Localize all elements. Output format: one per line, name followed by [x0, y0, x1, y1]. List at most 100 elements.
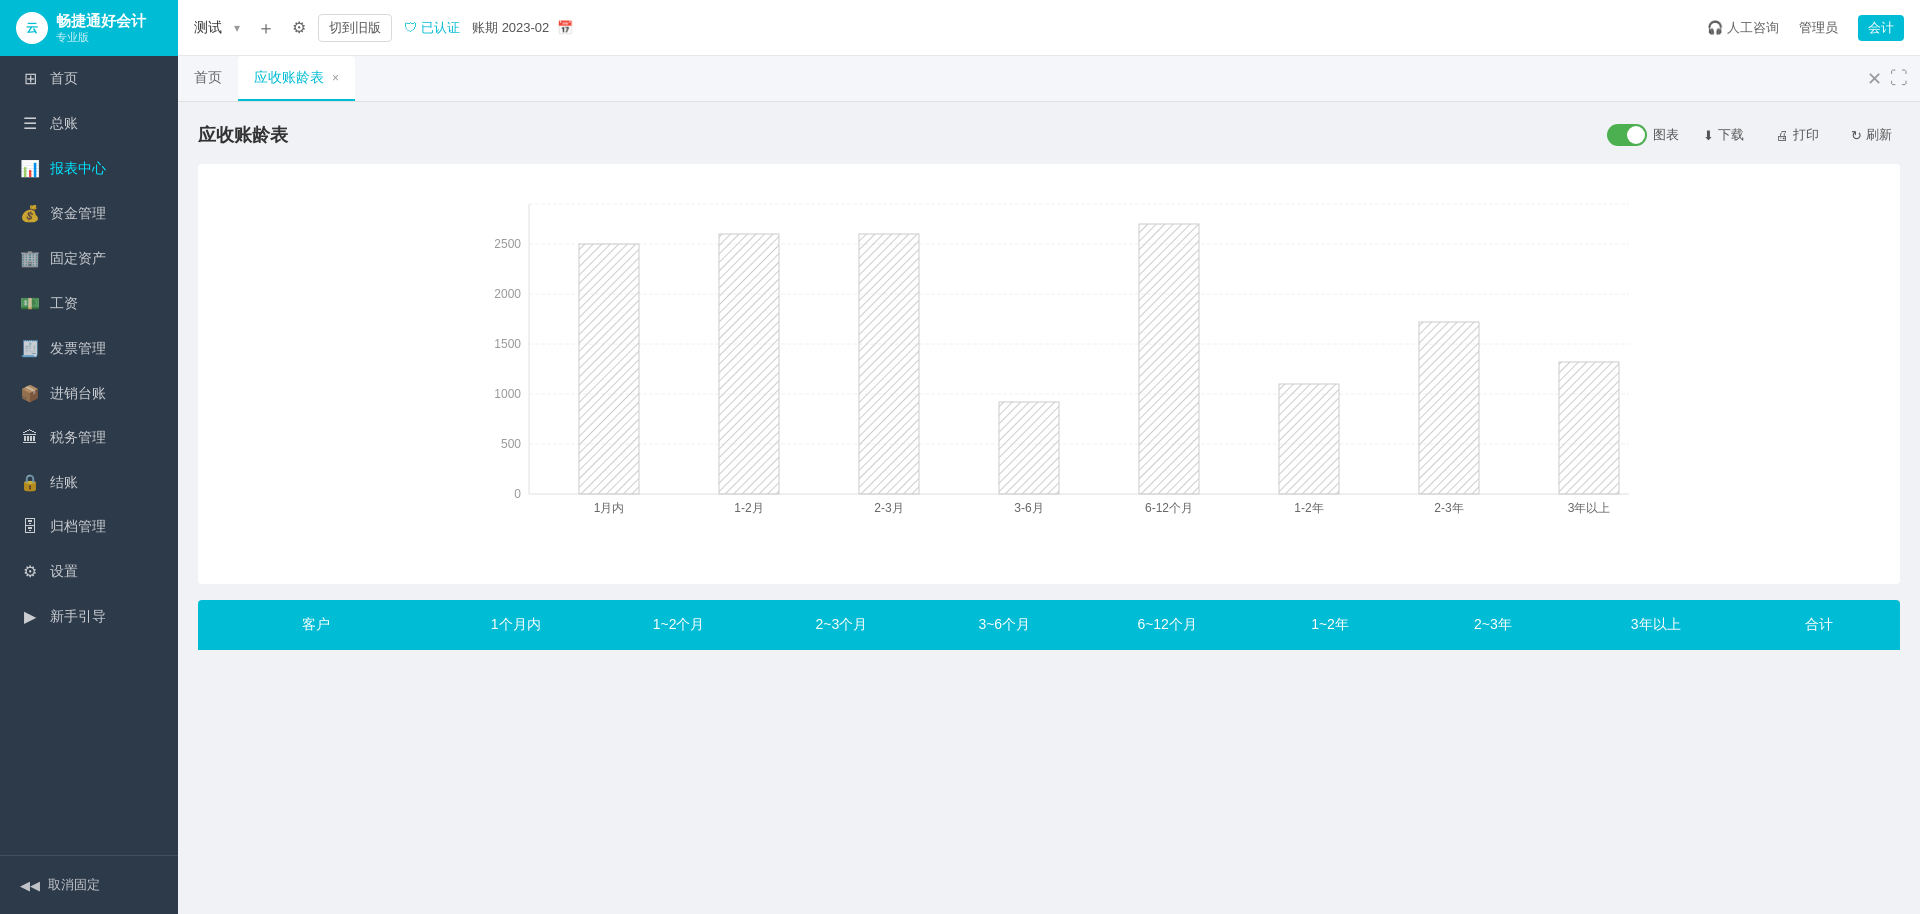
- svg-text:3-6月: 3-6月: [1014, 501, 1043, 515]
- verified-badge: 🛡 已认证: [404, 19, 460, 37]
- table-header-3: 2~3个月: [760, 600, 923, 650]
- add-company-button[interactable]: ＋: [252, 14, 280, 42]
- headset-icon: 🎧: [1707, 20, 1723, 35]
- calendar-icon[interactable]: 📅: [557, 20, 573, 35]
- download-button[interactable]: ⬇ 下载: [1695, 122, 1752, 148]
- help-button[interactable]: 🎧 人工咨询: [1707, 19, 1779, 37]
- sidebar-item-assets[interactable]: 🏢 固定资产: [0, 236, 178, 281]
- tabbar-actions: ✕ ⛶: [1867, 68, 1908, 90]
- sidebar-bottom: ◀◀ 取消固定: [0, 855, 178, 914]
- close-tab-button[interactable]: ✕: [1867, 68, 1882, 90]
- sidebar-label-close: 结账: [50, 474, 78, 492]
- sidebar-item-archive[interactable]: 🗄 归档管理: [0, 505, 178, 549]
- sidebar-label-settings: 设置: [50, 563, 78, 581]
- tab-home-label: 首页: [194, 69, 222, 87]
- table-header-0: 客户: [198, 600, 434, 650]
- svg-text:2000: 2000: [494, 287, 521, 301]
- table-header-6: 1~2年: [1249, 600, 1412, 650]
- sidebar-label-home: 首页: [50, 70, 78, 88]
- sidebar-item-invoice[interactable]: 🧾发票管理: [0, 326, 178, 371]
- download-icon: ⬇: [1703, 128, 1714, 143]
- chart-toggle[interactable]: [1607, 124, 1647, 146]
- main-area: 测试 ▾ ＋ ⚙ 切到旧版 🛡 已认证 账期 2023-02 📅 🎧 人工咨询 …: [178, 0, 1920, 914]
- sidebar-item-tax[interactable]: 🏛税务管理: [0, 416, 178, 460]
- content-scroll: 应收账龄表 图表 ⬇ 下载 🖨 打印: [178, 102, 1920, 914]
- company-dropdown-icon[interactable]: ▾: [234, 21, 240, 35]
- bar-chart: 0 500 1000 1500 2000 2500: [218, 184, 1880, 564]
- sidebar-label-assets: 固定资产: [50, 250, 106, 268]
- refresh-button[interactable]: ↻ 刷新: [1843, 122, 1900, 148]
- sidebar-label-archive: 归档管理: [50, 518, 106, 536]
- bar-4: [999, 402, 1059, 494]
- sidebar-item-ledger[interactable]: ☰总账: [0, 101, 178, 146]
- svg-text:2-3年: 2-3年: [1434, 501, 1463, 515]
- nav-icon-archive: 🗄: [20, 518, 40, 536]
- table-header-5: 6~12个月: [1086, 600, 1249, 650]
- sidebar-label-guide: 新手引导: [50, 608, 106, 626]
- toggle-knob: [1627, 126, 1645, 144]
- nav-icon-home: ⊞: [20, 69, 40, 88]
- svg-text:500: 500: [501, 437, 521, 451]
- sidebar-item-settings[interactable]: ⚙设置: [0, 549, 178, 594]
- tab-active-label: 应收账龄表: [254, 69, 324, 87]
- svg-text:1-2月: 1-2月: [734, 501, 763, 515]
- chart-area: 0 500 1000 1500 2000 2500: [198, 164, 1900, 584]
- sidebar-item-home[interactable]: ⊞ 首页: [0, 56, 178, 101]
- pin-icon: ◀◀: [20, 878, 40, 893]
- bar-3: [859, 234, 919, 494]
- nav-icon-assets: 🏢: [20, 249, 40, 268]
- table-header-7: 2~3年: [1411, 600, 1574, 650]
- sidebar-scroll: ⊞ 首页 ☰总账📊报表中心 💰 资金管理 🏢 固定资产 💵工资🧾发票管理 📦 进销台账 🏛税务管理🔒…: [0, 56, 178, 855]
- role-badge: 会计: [1858, 15, 1904, 41]
- sidebar-item-reports[interactable]: 📊报表中心: [0, 146, 178, 191]
- nav-icon-guide: ▶: [20, 607, 40, 626]
- sidebar-label-payroll: 工资: [50, 295, 78, 313]
- chart-container: 0 500 1000 1500 2000 2500: [218, 184, 1880, 564]
- bar-1: [579, 244, 639, 494]
- svg-text:1-2年: 1-2年: [1294, 501, 1323, 515]
- bar-8: [1559, 362, 1619, 494]
- nav-icon-funds: 💰: [20, 204, 40, 223]
- bar-5: [1139, 224, 1199, 494]
- nav-icon-tax: 🏛: [20, 429, 40, 447]
- sidebar-label-funds: 资金管理: [50, 205, 106, 223]
- company-name: 测试: [194, 19, 222, 37]
- svg-text:3年以上: 3年以上: [1568, 501, 1611, 515]
- svg-text:6-12个月: 6-12个月: [1145, 501, 1193, 515]
- verified-label: 已认证: [421, 19, 460, 37]
- user-name[interactable]: 管理员: [1791, 15, 1846, 41]
- pin-label: 取消固定: [48, 876, 100, 894]
- bar-7: [1419, 322, 1479, 494]
- svg-text:2-3月: 2-3月: [874, 501, 903, 515]
- sidebar-item-close[interactable]: 🔒结账: [0, 460, 178, 505]
- bar-2: [719, 234, 779, 494]
- table-header: 客户1个月内1~2个月2~3个月3~6个月6~12个月1~2年2~3年3年以上合…: [198, 600, 1900, 650]
- nav-icon-purchase: 📦: [20, 384, 40, 403]
- sidebar-item-guide[interactable]: ▶ 新手引导: [0, 594, 178, 639]
- print-icon: 🖨: [1776, 128, 1789, 143]
- sidebar: 云 畅捷通好会计 专业版 ⊞首页☰总账📊报表中心💰资金管理🏢固定资产💵工资🧾发票…: [0, 0, 178, 914]
- chart-toggle-label: 图表: [1653, 126, 1679, 144]
- table-header-4: 3~6个月: [923, 600, 1086, 650]
- logo-icon: 云: [16, 12, 48, 44]
- tab-home[interactable]: 首页: [178, 56, 238, 101]
- sidebar-item-purchase[interactable]: 📦 进销台账: [0, 371, 178, 416]
- sidebar-label-reports: 报表中心: [50, 160, 106, 178]
- period-label: 账期 2023-02 📅: [472, 19, 573, 37]
- expand-button[interactable]: ⛶: [1890, 68, 1908, 90]
- switch-version-button[interactable]: 切到旧版: [318, 14, 392, 42]
- table-header-8: 3年以上: [1574, 600, 1737, 650]
- tab-close-icon[interactable]: ×: [332, 71, 339, 85]
- sidebar-label-purchase: 进销台账: [50, 385, 106, 403]
- pin-toggle[interactable]: ◀◀ 取消固定: [0, 866, 178, 904]
- topbar: 测试 ▾ ＋ ⚙ 切到旧版 🛡 已认证 账期 2023-02 📅 🎧 人工咨询 …: [178, 0, 1920, 56]
- svg-text:2500: 2500: [494, 237, 521, 251]
- settings-icon[interactable]: ⚙: [292, 18, 306, 37]
- print-button[interactable]: 🖨 打印: [1768, 122, 1827, 148]
- sidebar-item-payroll[interactable]: 💵工资: [0, 281, 178, 326]
- sidebar-item-funds[interactable]: 💰 资金管理: [0, 191, 178, 236]
- sidebar-label-ledger: 总账: [50, 115, 78, 133]
- app-name: 畅捷通好会计: [56, 12, 146, 30]
- tab-receivable-aging[interactable]: 应收账龄表 ×: [238, 56, 355, 101]
- nav-icon-invoice: 🧾: [20, 339, 40, 358]
